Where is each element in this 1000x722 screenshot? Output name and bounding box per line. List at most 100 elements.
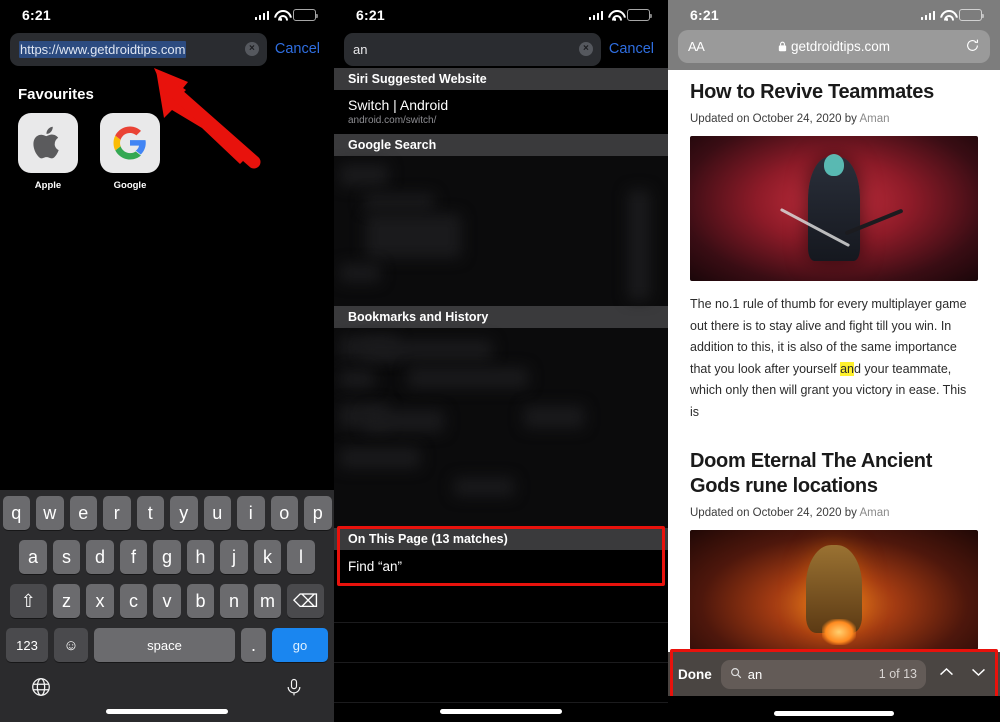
microphone-icon[interactable] (284, 676, 304, 704)
key-s[interactable]: s (52, 540, 81, 574)
backspace-key-icon[interactable]: ⌫ (287, 584, 325, 618)
keyboard-row-1: q w e r t y u i o p (0, 496, 334, 530)
done-button[interactable]: Done (678, 667, 712, 682)
wifi-icon (608, 10, 622, 21)
list-item[interactable] (334, 623, 668, 663)
google-search-results-blurred (334, 156, 668, 306)
article-meta-prefix-2: Updated on October 24, 2020 by (690, 507, 860, 520)
cancel-button[interactable]: Cancel (275, 41, 324, 57)
key-v[interactable]: v (153, 584, 181, 618)
home-indicator (774, 711, 894, 716)
search-icon (730, 667, 742, 682)
status-bar: 6:21 (0, 0, 334, 30)
key-q[interactable]: q (2, 496, 30, 530)
key-y[interactable]: y (170, 496, 198, 530)
key-g[interactable]: g (153, 540, 181, 574)
numbers-key[interactable]: 123 (6, 628, 48, 662)
article-author: Aman (859, 113, 890, 126)
globe-icon[interactable] (30, 676, 52, 704)
url-input[interactable]: https://www.getdroidtips.com × (10, 32, 267, 66)
safari-toolbar: 6:21 AA getdroidtips.com (668, 0, 1000, 70)
key-j[interactable]: j (220, 540, 248, 574)
search-input-value: an (353, 41, 368, 57)
url-bar-row: https://www.getdroidtips.com × Cancel (0, 30, 334, 68)
key-r[interactable]: r (103, 496, 131, 530)
status-icons (588, 9, 652, 21)
address-bar-host: getdroidtips.com (790, 39, 891, 54)
key-h[interactable]: h (186, 540, 215, 574)
keyboard-row-2: a s d f g h j k l (0, 540, 334, 574)
list-item[interactable] (334, 663, 668, 703)
on-screen-keyboard[interactable]: q w e r t y u i o p a s d f g h j k l ⇧ … (0, 490, 334, 722)
favourite-apple[interactable]: Apple (18, 113, 78, 191)
key-c[interactable]: c (119, 584, 148, 618)
search-input[interactable]: an × (344, 32, 601, 66)
key-w[interactable]: w (36, 496, 64, 530)
keyboard-bottom-row (0, 672, 334, 704)
cancel-button[interactable]: Cancel (609, 41, 658, 57)
list-item[interactable] (334, 583, 668, 623)
chevron-up-icon[interactable] (935, 665, 958, 683)
shift-key-icon[interactable]: ⇧ (9, 584, 47, 618)
status-icons (920, 9, 984, 21)
wifi-icon (940, 10, 954, 21)
key-f[interactable]: f (119, 540, 148, 574)
suggestion-url: android.com/switch/ (348, 115, 437, 126)
cellular-bars-icon (254, 10, 269, 20)
battery-low-power-icon (959, 9, 984, 21)
search-match-highlight: an (840, 361, 854, 376)
status-bar: 6:21 (668, 0, 1000, 30)
safari-start-page-panel: 6:21 https://www.getdroidtips.com × Canc… (0, 0, 334, 722)
key-l[interactable]: l (287, 540, 315, 574)
key-z[interactable]: z (52, 584, 81, 618)
home-indicator (106, 709, 228, 714)
key-u[interactable]: u (203, 496, 231, 530)
space-key[interactable]: space (94, 628, 235, 662)
key-e[interactable]: e (69, 496, 97, 530)
key-o[interactable]: o (270, 496, 298, 530)
safari-search-suggestions-panel: 6:21 an × Cancel Siri Suggested Website … (334, 0, 668, 722)
battery-low-power-icon (293, 9, 318, 21)
clear-icon[interactable]: × (244, 42, 259, 56)
find-on-page-bar: Done an 1 of 13 (668, 652, 1000, 696)
article-author-2: Aman (859, 507, 890, 520)
key-d[interactable]: d (86, 540, 114, 574)
on-this-page-section: On This Page (13 matches) Find “an” (334, 526, 668, 586)
find-input-value: an (747, 666, 763, 682)
address-bar[interactable]: AA getdroidtips.com (678, 30, 990, 63)
wifi-icon (274, 10, 288, 21)
key-x[interactable]: x (86, 584, 114, 618)
section-header-bookmarks-history: Bookmarks and History (334, 306, 668, 328)
find-input[interactable]: an 1 of 13 (720, 659, 926, 689)
safari-article-find-panel: 6:21 AA getdroidtips.com How to Revive T… (668, 0, 1000, 722)
article-meta-prefix: Updated on October 24, 2020 by (690, 113, 860, 126)
clear-icon[interactable]: × (578, 42, 593, 56)
status-icons (254, 9, 318, 21)
key-i[interactable]: i (237, 496, 265, 530)
url-input-value: https://www.getdroidtips.com (19, 40, 187, 58)
article-content: How to Revive Teammates Updated on Octob… (668, 70, 1000, 722)
emoji-key-icon[interactable]: ☺ (54, 628, 88, 662)
keyboard-row-3: ⇧ z x c v b n m ⌫ (0, 584, 334, 618)
home-indicator (440, 709, 562, 714)
suggestion-title: Switch | Android (348, 97, 449, 113)
section-header-on-this-page: On This Page (13 matches) (334, 528, 668, 550)
key-k[interactable]: k (253, 540, 282, 574)
key-b[interactable]: b (186, 584, 215, 618)
find-on-page-bar-wrapper: Done an 1 of 13 (668, 649, 1000, 722)
key-t[interactable]: t (136, 496, 164, 530)
find-on-page-item[interactable]: Find “an” (334, 550, 668, 583)
key-p[interactable]: p (304, 496, 332, 530)
red-arrow-annotation (154, 68, 261, 169)
key-m[interactable]: m (253, 584, 282, 618)
key-n[interactable]: n (220, 584, 248, 618)
article-hero-image (690, 136, 978, 282)
status-time: 6:21 (22, 7, 51, 23)
favourite-label: Google (113, 180, 147, 191)
period-key[interactable]: . (241, 628, 266, 662)
chevron-down-icon[interactable] (967, 665, 990, 683)
suggestion-item-switch-android[interactable]: Switch | Android android.com/switch/ (334, 90, 668, 134)
apple-logo-icon (18, 113, 78, 173)
go-key[interactable]: go (272, 628, 328, 662)
key-a[interactable]: a (19, 540, 47, 574)
